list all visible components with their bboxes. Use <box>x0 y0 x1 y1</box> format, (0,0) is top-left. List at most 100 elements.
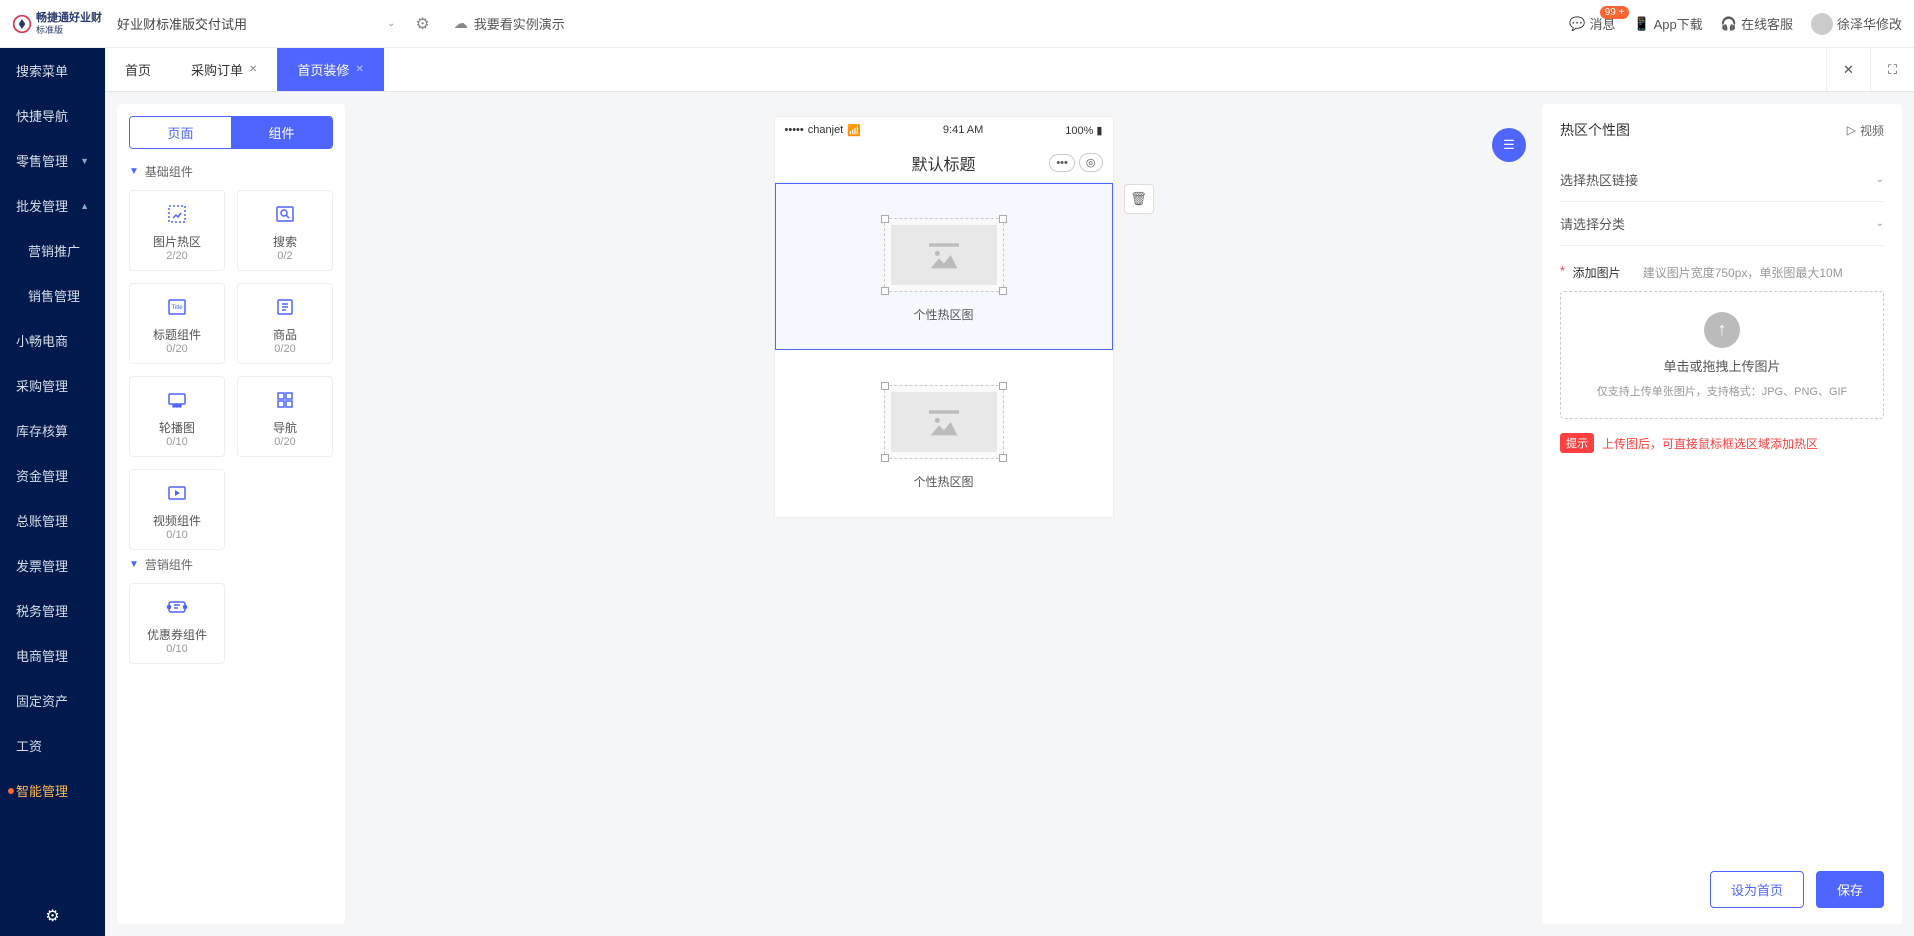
messages-action[interactable]: 💬 消息 99 + <box>1569 14 1615 33</box>
caret-icon: ▲ <box>80 201 89 211</box>
demo-link[interactable]: ☁ 我要看实例演示 <box>454 14 565 33</box>
sidebar-item[interactable]: 采购管理 <box>0 363 105 408</box>
sidebar-item[interactable]: 批发管理▲ <box>0 183 105 228</box>
save-button[interactable]: 保存 <box>1816 871 1884 908</box>
sidebar-item[interactable]: 零售管理▼ <box>0 138 105 183</box>
sidebar-item[interactable]: 工资 <box>0 723 105 768</box>
sidebar-item[interactable]: 营销推广 <box>0 228 105 273</box>
more-icon[interactable]: ••• <box>1049 154 1075 172</box>
tab[interactable]: 首页 <box>105 48 171 91</box>
group-basic-header[interactable]: ▼ 基础组件 <box>129 163 333 180</box>
component-card[interactable]: 导航0/20 <box>237 376 333 457</box>
component-card-count: 0/10 <box>130 436 224 448</box>
select-hotspot-link[interactable]: 选择热区链接 ⌄ <box>1560 158 1884 202</box>
component-card[interactable]: 视频组件0/10 <box>129 469 225 550</box>
component-card-count: 0/20 <box>238 436 332 448</box>
phone-title-bar: 默认标题 ••• ◎ <box>775 143 1113 183</box>
component-card-count: 0/10 <box>130 643 224 655</box>
tab-label: 首页装修 <box>297 60 349 79</box>
battery-level: 100% <box>1065 125 1093 137</box>
image-hint: 建议图片宽度750px，单张图最大10M <box>1643 264 1843 281</box>
component-card-name: 标题组件 <box>130 326 224 343</box>
select-category[interactable]: 请选择分类 ⌄ <box>1560 202 1884 246</box>
video-help-link[interactable]: ▷ 视频 <box>1847 122 1884 139</box>
upload-dropzone[interactable]: ↑ 单击或拖拽上传图片 仅支持上传单张图片，支持格式：JPG、PNG、GIF <box>1560 291 1884 419</box>
component-card[interactable]: Title标题组件0/20 <box>129 283 225 364</box>
component-card[interactable]: 搜索0/2 <box>237 190 333 271</box>
close-icon[interactable]: ✕ <box>355 64 363 75</box>
sidebar-item[interactable]: 税务管理 <box>0 588 105 633</box>
app-download-action[interactable]: 📱 App下载 <box>1633 14 1702 33</box>
sidebar-item-label: 发票管理 <box>16 556 68 575</box>
sidebar-item[interactable]: 总账管理 <box>0 498 105 543</box>
image-placeholder-icon <box>884 218 1004 292</box>
tab[interactable]: 首页装修 ✕ <box>277 48 383 91</box>
signal-icon: ••••• <box>785 124 804 136</box>
sidebar-item-label: 税务管理 <box>16 601 68 620</box>
sidebar-item-label: 电商管理 <box>16 646 68 665</box>
sidebar-item[interactable]: 搜索菜单 <box>0 48 105 93</box>
tab-close-all-icon[interactable]: ✕ <box>1826 48 1870 91</box>
sidebar-item[interactable]: 智能管理 <box>0 768 105 813</box>
avatar <box>1811 13 1833 35</box>
component-card[interactable]: 商品0/20 <box>237 283 333 364</box>
video-label: 视频 <box>1860 122 1884 139</box>
component-card[interactable]: 图片热区2/20 <box>129 190 225 271</box>
sidebar-item[interactable]: 快捷导航 <box>0 93 105 138</box>
chevron-down-icon: ⌄ <box>1876 174 1884 185</box>
messages-badge: 99 + <box>1600 6 1630 19</box>
sidebar-item-label: 零售管理 <box>16 151 68 170</box>
sidebar-item-label: 搜索菜单 <box>16 61 68 80</box>
brand-logo: 畅捷通好业财 标准版 <box>12 13 105 35</box>
sidebar-item[interactable]: 销售管理 <box>0 273 105 318</box>
group-marketing-header[interactable]: ▼ 营销组件 <box>129 556 333 573</box>
image-placeholder-icon <box>884 385 1004 459</box>
top-header: 畅捷通好业财 标准版 好业财标准版交付试用 ⌄ ⚙ ☁ 我要看实例演示 💬 消息… <box>0 0 1914 48</box>
properties-panel: 热区个性图 ▷ 视频 选择热区链接 ⌄ 请选择分类 ⌄ * 添加图片 <box>1542 104 1902 924</box>
sidebar-item[interactable]: 发票管理 <box>0 543 105 588</box>
sidebar-item[interactable]: 电商管理 <box>0 633 105 678</box>
battery-icon: ▮ <box>1096 125 1102 137</box>
component-card-count: 0/2 <box>238 250 332 262</box>
hotspot-block-1[interactable]: 🗑 个性热区图 <box>775 183 1113 350</box>
sidebar-item[interactable]: 资金管理 <box>0 453 105 498</box>
caret-down-icon: ▼ <box>129 559 139 570</box>
cloud-icon: ☁ <box>454 15 468 32</box>
settings-icon[interactable]: ⚙ <box>415 14 429 34</box>
upload-title: 单击或拖拽上传图片 <box>1663 356 1780 375</box>
close-icon[interactable]: ✕ <box>249 64 257 75</box>
target-icon[interactable]: ◎ <box>1079 153 1103 172</box>
component-card-name: 图片热区 <box>130 233 224 250</box>
canvas-menu-fab[interactable]: ☰ <box>1492 128 1526 162</box>
set-home-button[interactable]: 设为首页 <box>1710 871 1804 908</box>
switch-component[interactable]: 组件 <box>231 117 332 148</box>
sidebar-item[interactable]: 库存核算 <box>0 408 105 453</box>
group-basic-label: 基础组件 <box>145 163 193 180</box>
select-category-label: 请选择分类 <box>1560 214 1625 233</box>
component-card[interactable]: 优惠券组件0/10 <box>129 583 225 664</box>
sidebar-settings-icon[interactable]: ⚙ <box>45 908 59 925</box>
sidebar-item[interactable]: 固定资产 <box>0 678 105 723</box>
sidebar-item[interactable]: 小畅电商 <box>0 318 105 363</box>
phone-preview: ••••• chanjet 📶 9:41 AM 100% ▮ 默认标题 <box>774 116 1114 518</box>
block-2-label: 个性热区图 <box>776 473 1112 490</box>
sidebar-footer: ⚙ <box>0 896 105 936</box>
chat-icon: 💬 <box>1569 16 1585 32</box>
component-card[interactable]: 轮播图0/10 <box>129 376 225 457</box>
sidebar-item-label: 总账管理 <box>16 511 68 530</box>
add-image-label: 添加图片 <box>1573 264 1621 281</box>
hotspot-block-2[interactable]: 个性热区图 <box>775 350 1113 517</box>
phone-time: 9:41 AM <box>943 124 983 136</box>
chevron-down-icon: ⌄ <box>387 18 395 29</box>
switch-page[interactable]: 页面 <box>130 117 231 148</box>
component-card-icon <box>160 201 194 227</box>
tab-expand-icon[interactable]: ⛶ <box>1870 48 1914 91</box>
trial-dropdown[interactable]: 好业财标准版交付试用 ⌄ <box>117 14 395 33</box>
sidebar-item-label: 快捷导航 <box>16 106 68 125</box>
delete-block-button[interactable]: 🗑 <box>1124 184 1154 214</box>
app-label: App下载 <box>1654 14 1703 33</box>
online-service-action[interactable]: 🎧 在线客服 <box>1721 14 1793 33</box>
user-menu[interactable]: 徐泽华修改 <box>1811 13 1902 35</box>
tab[interactable]: 采购订单✕ <box>171 48 277 91</box>
trial-label: 好业财标准版交付试用 <box>117 14 247 33</box>
